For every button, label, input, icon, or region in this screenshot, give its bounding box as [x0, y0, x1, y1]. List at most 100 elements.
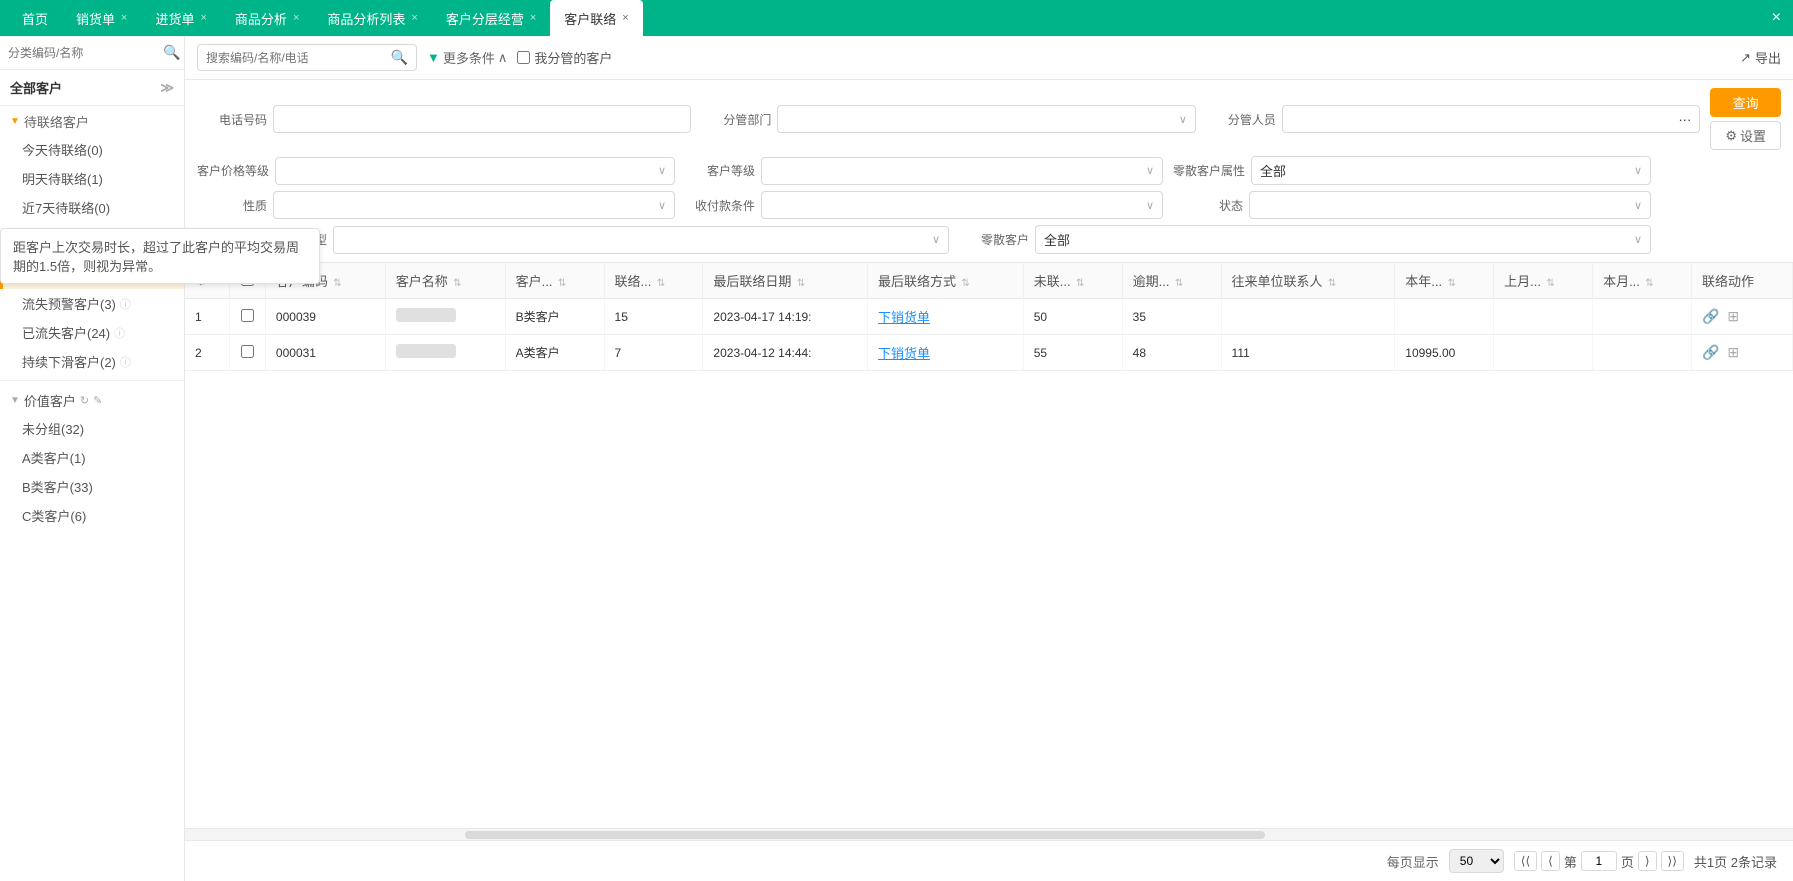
export-btn[interactable]: ↗ 导出: [1740, 48, 1781, 67]
row2-grid-action-icon[interactable]: ⊞: [1727, 344, 1739, 361]
page-number-input[interactable]: [1581, 851, 1617, 871]
type-sort-icon[interactable]: ⇅: [558, 278, 566, 289]
all-customers-header: 全部客户 ≫: [0, 70, 184, 106]
name-sort-icon[interactable]: ⇅: [453, 278, 461, 289]
th-last-method-label: 最后联络方式: [878, 274, 956, 289]
per-page-select[interactable]: 50 100 200: [1449, 849, 1504, 873]
code-sort-icon[interactable]: ⇅: [333, 278, 341, 289]
last-date-sort-icon[interactable]: ⇅: [797, 278, 805, 289]
filter-status-select[interactable]: ∨: [1249, 191, 1651, 219]
top-navigation: 首页 销货单 × 进货单 × 商品分析 × 商品分析列表 × 客户分层经营 × …: [0, 0, 1793, 36]
query-button[interactable]: 查询: [1710, 88, 1781, 117]
churn-warning-info-icon[interactable]: ⓘ: [120, 296, 131, 312]
churned-info-icon[interactable]: ⓘ: [114, 325, 125, 341]
nav-product-analysis-list[interactable]: 商品分析列表 ×: [313, 0, 431, 36]
sidebar-search-icon[interactable]: 🔍: [163, 44, 180, 61]
nav-customer-contact[interactable]: 客户联络 ×: [550, 0, 642, 36]
filter-customer-type: 客户类型 ∨: [257, 226, 949, 254]
my-customers-checkbox[interactable]: [517, 51, 530, 64]
table-header-row: ⚙ 客户编码 ⇅ 客户名称 ⇅: [185, 263, 1793, 299]
horizontal-scrollbar[interactable]: [185, 828, 1793, 840]
not-contacted-sort-icon[interactable]: ⇅: [1076, 278, 1084, 289]
nav-customer-segmentation[interactable]: 客户分层经营 ×: [432, 0, 550, 36]
nav-close-product-list[interactable]: ×: [411, 12, 417, 24]
th-actions-label: 联络动作: [1702, 274, 1754, 289]
filter-dept-select[interactable]: ∨: [777, 105, 1195, 133]
row1-grid-action-icon[interactable]: ⊞: [1727, 308, 1739, 325]
declining-info-icon[interactable]: ⓘ: [120, 354, 131, 370]
filter-retail-customer-select[interactable]: 全部 ∨: [1035, 225, 1651, 254]
sidebar-class-b[interactable]: B类客户(33): [0, 472, 184, 501]
filter-payment-select[interactable]: ∨: [761, 191, 1163, 219]
nav-close-contact[interactable]: ×: [622, 12, 628, 24]
sidebar-class-a[interactable]: A类客户(1): [0, 443, 184, 472]
row1-last-method-link[interactable]: 下销货单: [878, 310, 930, 325]
overdue-sort-icon[interactable]: ⇅: [1175, 278, 1183, 289]
search-input[interactable]: [206, 51, 391, 65]
last-month-sort-icon[interactable]: ⇅: [1546, 278, 1554, 289]
nav-home[interactable]: 首页: [8, 0, 62, 36]
sidebar-churned[interactable]: 已流失客户(24) ⓘ: [0, 318, 184, 347]
this-month-sort-icon[interactable]: ⇅: [1645, 278, 1653, 289]
customer-type-chevron-icon: ∨: [932, 233, 940, 246]
filter-price-select[interactable]: ∨: [275, 157, 675, 185]
sidebar-search-input[interactable]: [8, 46, 163, 60]
retail-customer-chevron-icon: ∨: [1634, 233, 1642, 246]
contact-sort-icon[interactable]: ⇅: [657, 278, 665, 289]
more-conditions-btn[interactable]: ▼ 更多条件 ∧: [427, 48, 507, 67]
bottom-bar: 每页显示 50 100 200 ⟨⟨ ⟨ 第 页 ⟩ ⟩⟩ 共1页 2条记录: [185, 840, 1793, 881]
nav-product-analysis[interactable]: 商品分析 ×: [221, 0, 313, 36]
nav-close-purchase-order[interactable]: ×: [200, 12, 206, 24]
scroll-thumb[interactable]: [465, 831, 1265, 839]
row2-last-date: 2023-04-12 14:44:: [703, 335, 868, 371]
nav-close-segmentation[interactable]: ×: [530, 12, 536, 24]
sidebar-class-c[interactable]: C类客户(6): [0, 501, 184, 530]
first-page-btn[interactable]: ⟨⟨: [1514, 851, 1537, 871]
row1-code: 000039: [265, 299, 385, 335]
filter-phone-input[interactable]: [273, 105, 691, 133]
filter-row-1: 电话号码 分管部门 ∨ 分管人员 ···: [197, 88, 1781, 150]
row1-checkbox[interactable]: [241, 309, 254, 322]
last-page-btn[interactable]: ⟩⟩: [1661, 851, 1684, 871]
filter-retail-attr-select[interactable]: 全部 ∨: [1251, 156, 1651, 185]
sidebar-tomorrow-pending[interactable]: 明天待联络(1): [0, 164, 184, 193]
sidebar-unclassified[interactable]: 未分组(32): [0, 414, 184, 443]
filter-customer-level-select[interactable]: ∨: [761, 157, 1163, 185]
last-method-sort-icon[interactable]: ⇅: [961, 278, 969, 289]
filter-manager-select[interactable]: ···: [1282, 105, 1700, 133]
sidebar-churn-warning[interactable]: 流失预警客户(3) ⓘ: [0, 289, 184, 318]
settings-button[interactable]: ⚙ 设置: [1710, 121, 1781, 150]
search-box-icon[interactable]: 🔍: [391, 49, 408, 66]
filter-manager-label: 分管人员: [1206, 111, 1276, 128]
filter-status: 状态 ∨: [1173, 191, 1651, 219]
close-all-tabs[interactable]: ×: [1772, 9, 1781, 27]
nav-sales-order[interactable]: 销货单 ×: [62, 0, 141, 36]
pending-contact-group[interactable]: ▼ 待联络客户: [0, 106, 184, 135]
value-refresh-icon[interactable]: ↻: [80, 394, 89, 407]
page-navigation: ⟨⟨ ⟨ 第 页 ⟩ ⟩⟩: [1514, 851, 1684, 871]
row2-checkbox[interactable]: [241, 345, 254, 358]
row2-code: 000031: [265, 335, 385, 371]
this-year-sort-icon[interactable]: ⇅: [1447, 278, 1455, 289]
filter-customer-type-select[interactable]: ∨: [333, 226, 949, 254]
contact-person-sort-icon[interactable]: ⇅: [1328, 278, 1336, 289]
sidebar-declining[interactable]: 持续下滑客户(2) ⓘ: [0, 347, 184, 376]
next-page-btn[interactable]: ⟩: [1638, 851, 1657, 871]
row2-link-action-icon[interactable]: 🔗: [1702, 344, 1719, 361]
nav-purchase-order[interactable]: 进货单 ×: [141, 0, 220, 36]
sidebar-today-pending[interactable]: 今天待联络(0): [0, 135, 184, 164]
row2-last-method-link[interactable]: 下销货单: [878, 346, 930, 361]
filter-row-2: 客户价格等级 ∨ 客户等级 ∨ 零散客户属性 全部: [197, 156, 1781, 185]
toolbar: 🔍 ▼ 更多条件 ∧ 我分管的客户 ↗ 导出: [185, 36, 1793, 80]
sidebar-collapse-btn[interactable]: ≫: [160, 80, 174, 96]
filter-nature-select[interactable]: ∨: [273, 191, 675, 219]
row1-link-action-icon[interactable]: 🔗: [1702, 308, 1719, 325]
value-customer-group[interactable]: ▼ 价值客户 ↻ ✎: [0, 385, 184, 414]
value-edit-icon[interactable]: ✎: [93, 394, 102, 407]
nav-close-product-analysis[interactable]: ×: [293, 12, 299, 24]
row1-type: B类客户: [505, 299, 604, 335]
nav-close-sales-order[interactable]: ×: [121, 12, 127, 24]
row1-actions: 🔗 ⊞: [1691, 299, 1792, 335]
sidebar-7day-pending[interactable]: 近7天待联络(0): [0, 193, 184, 222]
prev-page-btn[interactable]: ⟨: [1541, 851, 1560, 871]
